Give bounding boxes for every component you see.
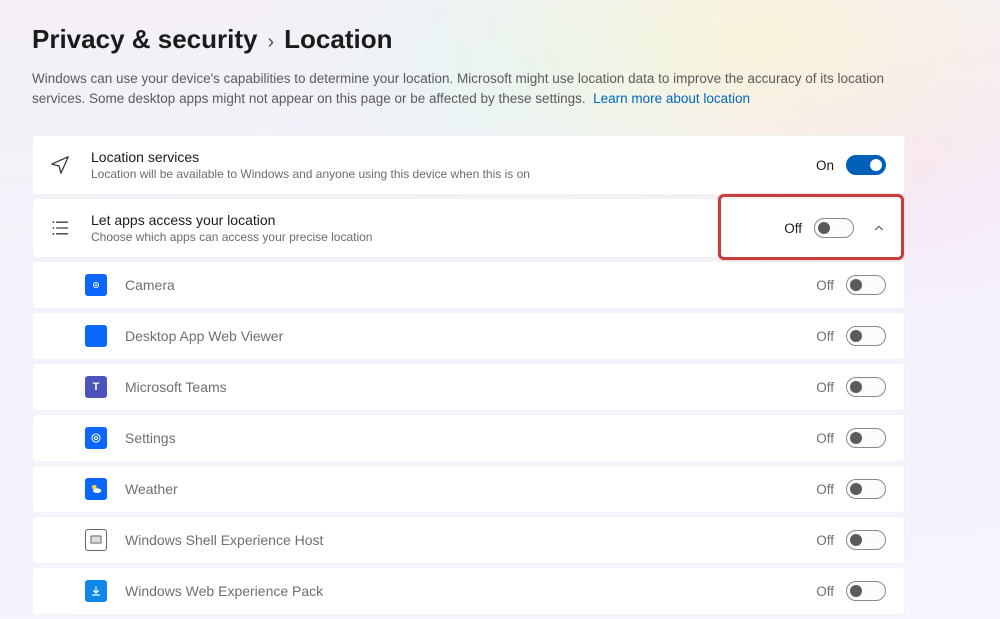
let-apps-toggle[interactable] xyxy=(814,218,854,238)
app-state: Off xyxy=(816,533,834,548)
app-state: Off xyxy=(816,278,834,293)
app-icon xyxy=(85,274,107,296)
intro-text: Windows can use your device's capabiliti… xyxy=(32,69,902,110)
app-name: Windows Web Experience Pack xyxy=(125,583,798,599)
location-services-sub: Location will be available to Windows an… xyxy=(91,167,796,181)
app-toggle[interactable] xyxy=(846,275,886,295)
app-name: Windows Shell Experience Host xyxy=(125,532,798,548)
app-toggle[interactable] xyxy=(846,428,886,448)
app-state: Off xyxy=(816,431,834,446)
app-toggle[interactable] xyxy=(846,581,886,601)
app-name: Microsoft Teams xyxy=(125,379,798,395)
chevron-right-icon: › xyxy=(267,31,274,54)
app-icon xyxy=(85,325,107,347)
app-state: Off xyxy=(816,584,834,599)
location-services-state: On xyxy=(816,158,834,173)
app-state: Off xyxy=(816,380,834,395)
app-icon xyxy=(85,427,107,449)
app-row[interactable]: Weather Off xyxy=(32,465,905,513)
app-toggle[interactable] xyxy=(846,377,886,397)
app-name: Weather xyxy=(125,481,798,497)
list-filter-icon xyxy=(49,218,71,238)
chevron-up-icon[interactable] xyxy=(872,221,886,235)
let-apps-row[interactable]: Let apps access your location Choose whi… xyxy=(32,198,905,258)
let-apps-title: Let apps access your location xyxy=(91,212,764,228)
app-row[interactable]: Windows Web Experience Pack Off xyxy=(32,567,905,615)
app-row[interactable]: Settings Off xyxy=(32,414,905,462)
app-row[interactable]: Windows Shell Experience Host Off xyxy=(32,516,905,564)
page-title: Location xyxy=(284,24,392,55)
app-name: Desktop App Web Viewer xyxy=(125,328,798,344)
intro-body: Windows can use your device's capabiliti… xyxy=(32,71,884,106)
app-row[interactable]: Camera Off xyxy=(32,261,905,309)
app-icon xyxy=(85,529,107,551)
location-services-toggle[interactable] xyxy=(846,155,886,175)
app-row[interactable]: Desktop App Web Viewer Off xyxy=(32,312,905,360)
app-icon: T xyxy=(85,376,107,398)
app-state: Off xyxy=(816,482,834,497)
location-services-title: Location services xyxy=(91,149,796,165)
app-toggle[interactable] xyxy=(846,530,886,550)
let-apps-state: Off xyxy=(784,221,802,236)
location-services-row[interactable]: Location services Location will be avail… xyxy=(32,135,905,195)
app-name: Settings xyxy=(125,430,798,446)
app-toggle[interactable] xyxy=(846,479,886,499)
app-icon xyxy=(85,580,107,602)
app-row[interactable]: T Microsoft Teams Off xyxy=(32,363,905,411)
breadcrumb-parent[interactable]: Privacy & security xyxy=(32,24,257,55)
location-arrow-icon xyxy=(49,154,71,176)
app-toggle[interactable] xyxy=(846,326,886,346)
app-state: Off xyxy=(816,329,834,344)
let-apps-sub: Choose which apps can access your precis… xyxy=(91,230,764,244)
app-name: Camera xyxy=(125,277,798,293)
breadcrumb: Privacy & security › Location xyxy=(32,24,960,55)
app-icon xyxy=(85,478,107,500)
learn-more-link[interactable]: Learn more about location xyxy=(593,91,750,106)
